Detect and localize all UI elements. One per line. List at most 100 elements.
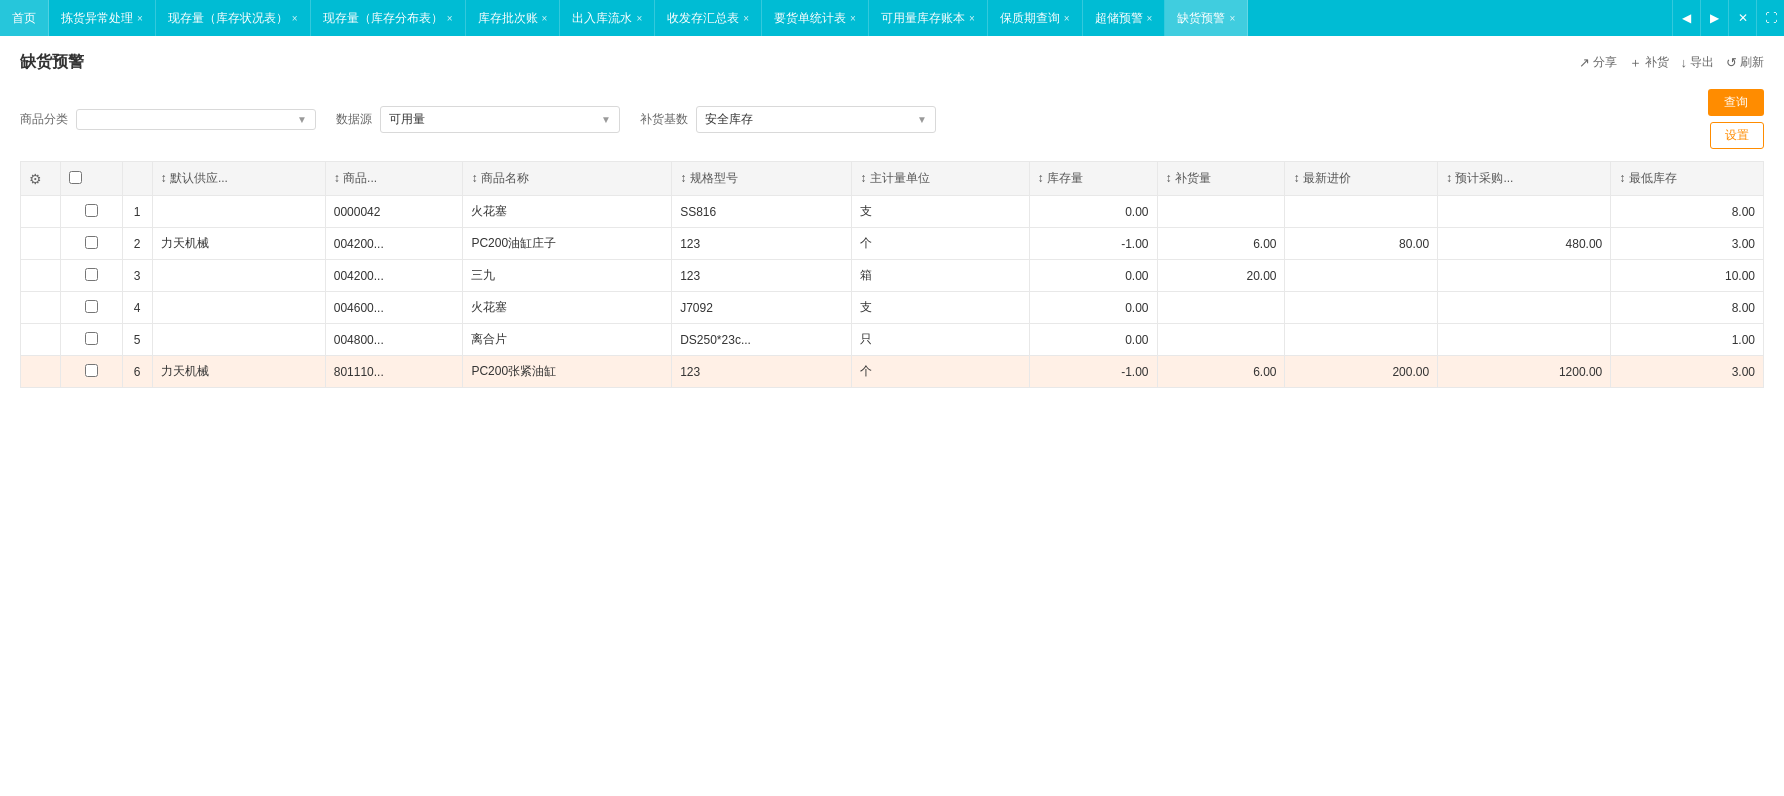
nav-tab-close[interactable]: ×: [1064, 13, 1070, 24]
row-est-purchase-cell: [1438, 324, 1611, 356]
row-checkbox-cell[interactable]: [61, 196, 123, 228]
row-checkbox-cell[interactable]: [61, 292, 123, 324]
row-checkbox-cell[interactable]: [61, 356, 123, 388]
row-est-purchase-cell: 1200.00: [1438, 356, 1611, 388]
est-purchase-col-label: ↕ 预计采购...: [1446, 170, 1513, 187]
row-latest-price-cell: 200.00: [1285, 356, 1438, 388]
datasource-select[interactable]: 可用量 ▼: [380, 106, 620, 133]
row-supplier-cell: [152, 196, 325, 228]
table-spec-th[interactable]: ↕ 规格型号: [672, 162, 852, 196]
gear-icon[interactable]: ⚙: [29, 171, 42, 187]
nav-tab-anomaly[interactable]: 拣货异常处理×: [49, 0, 156, 36]
nav-tab-label: 首页: [12, 10, 36, 27]
nav-close-btn[interactable]: ✕: [1728, 0, 1756, 36]
nav-tab-expiry-query[interactable]: 保质期查询 ×: [988, 0, 1083, 36]
nav-tab-close[interactable]: ×: [850, 13, 856, 24]
nav-tab-order-stats[interactable]: 要货单统计表×: [762, 0, 869, 36]
row-stock-cell: 0.00: [1029, 196, 1157, 228]
table-unit-th[interactable]: ↕ 主计量单位: [852, 162, 1029, 196]
spec-col-label: ↕ 规格型号: [680, 170, 737, 187]
datasource-chevron: ▼: [601, 114, 611, 125]
nav-tab-home[interactable]: 首页: [0, 0, 49, 36]
row-latest-price-cell: [1285, 324, 1438, 356]
row-goods-name-cell: 三九: [463, 260, 672, 292]
row-checkbox-cell[interactable]: [61, 324, 123, 356]
row-stock-cell: 0.00: [1029, 292, 1157, 324]
row-restock-qty-cell: 6.00: [1157, 228, 1285, 260]
row-checkbox[interactable]: [85, 236, 98, 249]
nav-tab-batch-account[interactable]: 库存批次账×: [466, 0, 561, 36]
row-supplier-cell: [152, 260, 325, 292]
row-supplier-cell: [152, 292, 325, 324]
row-checkbox[interactable]: [85, 300, 98, 313]
row-checkbox[interactable]: [85, 364, 98, 377]
table-restock-qty-th[interactable]: ↕ 补货量: [1157, 162, 1285, 196]
nav-tab-close[interactable]: ×: [447, 13, 453, 24]
table-goods-name-th[interactable]: ↕ 商品名称: [463, 162, 672, 196]
row-goods-code-cell: 801110...: [325, 356, 463, 388]
nav-tab-inout-flow[interactable]: 出入库流水 ×: [560, 0, 655, 36]
category-filter: 商品分类 ▼: [20, 109, 316, 130]
nav-next-btn[interactable]: ▶: [1700, 0, 1728, 36]
nav-tab-close[interactable]: ×: [636, 13, 642, 24]
nav-tab-close[interactable]: ×: [1147, 13, 1153, 24]
row-gear-cell: [21, 260, 61, 292]
table-supplier-th[interactable]: ↕ 默认供应...: [152, 162, 325, 196]
nav-tab-close[interactable]: ×: [969, 13, 975, 24]
select-all-checkbox[interactable]: [69, 171, 82, 184]
nav-tab-close[interactable]: ×: [743, 13, 749, 24]
row-restock-qty-cell: 20.00: [1157, 260, 1285, 292]
nav-tab-label: 现存量（库存状况表）: [168, 10, 288, 27]
nav-tab-avail-ledger[interactable]: 可用量库存账本×: [869, 0, 988, 36]
nav-tab-recv-summary[interactable]: 收发存汇总表×: [655, 0, 762, 36]
nav-tab-overstock[interactable]: 超储预警×: [1083, 0, 1166, 36]
row-unit-cell: 个: [852, 356, 1029, 388]
row-seq-cell: 3: [122, 260, 152, 292]
nav-tab-shortage[interactable]: 缺货预警×: [1165, 0, 1248, 36]
row-spec-cell: DS250*23c...: [672, 324, 852, 356]
table-checkbox-th[interactable]: [61, 162, 123, 196]
row-restock-qty-cell: [1157, 292, 1285, 324]
table-goods-code-th[interactable]: ↕ 商品...: [325, 162, 463, 196]
share-action[interactable]: ↗ 分享: [1579, 54, 1617, 71]
row-unit-cell: 只: [852, 324, 1029, 356]
row-checkbox-cell[interactable]: [61, 260, 123, 292]
restock-action[interactable]: ＋ 补货: [1629, 54, 1669, 72]
row-latest-price-cell: [1285, 292, 1438, 324]
row-checkbox-cell[interactable]: [61, 228, 123, 260]
nav-fullscreen-btn[interactable]: ⛶: [1756, 0, 1784, 36]
table-stock-th[interactable]: ↕ 库存量: [1029, 162, 1157, 196]
refresh-action[interactable]: ↺ 刷新: [1726, 54, 1764, 71]
nav-tab-close[interactable]: ×: [292, 13, 298, 24]
row-checkbox[interactable]: [85, 332, 98, 345]
restock-base-label: 补货基数: [640, 111, 688, 128]
nav-tab-close[interactable]: ×: [1229, 13, 1235, 24]
nav-tab-close[interactable]: ×: [137, 13, 143, 24]
nav-tab-inventory-dist[interactable]: 现存量（库存分布表）×: [311, 0, 466, 36]
nav-tab-inventory-status[interactable]: 现存量（库存状况表） ×: [156, 0, 311, 36]
nav-tab-label: 出入库流水: [572, 10, 632, 27]
nav-tab-close[interactable]: ×: [542, 13, 548, 24]
table-settings-th[interactable]: ⚙: [21, 162, 61, 196]
table-min-stock-th[interactable]: ↕ 最低库存: [1611, 162, 1764, 196]
category-select[interactable]: ▼: [76, 109, 316, 130]
header-actions: ↗ 分享 ＋ 补货 ↓ 导出 ↺ 刷新: [1579, 54, 1765, 72]
page-header: 缺货预警 ↗ 分享 ＋ 补货 ↓ 导出 ↺ 刷新: [20, 52, 1764, 73]
export-action[interactable]: ↓ 导出: [1681, 54, 1715, 71]
row-unit-cell: 箱: [852, 260, 1029, 292]
nav-prev-btn[interactable]: ◀: [1672, 0, 1700, 36]
table-row: 2力天机械004200...PC200油缸庄子123个-1.006.0080.0…: [21, 228, 1764, 260]
row-latest-price-cell: 80.00: [1285, 228, 1438, 260]
row-checkbox[interactable]: [85, 204, 98, 217]
datasource-filter: 数据源 可用量 ▼: [336, 106, 620, 133]
nav-tab-label: 保质期查询: [1000, 10, 1060, 27]
row-seq-cell: 2: [122, 228, 152, 260]
row-checkbox[interactable]: [85, 268, 98, 281]
table-latest-price-th[interactable]: ↕ 最新进价: [1285, 162, 1438, 196]
query-button[interactable]: 查询: [1708, 89, 1764, 116]
table-est-purchase-th[interactable]: ↕ 预计采购...: [1438, 162, 1611, 196]
restock-base-select[interactable]: 安全库存 ▼: [696, 106, 936, 133]
export-icon: ↓: [1681, 55, 1688, 70]
row-spec-cell: SS816: [672, 196, 852, 228]
settings-button[interactable]: 设置: [1710, 122, 1764, 149]
